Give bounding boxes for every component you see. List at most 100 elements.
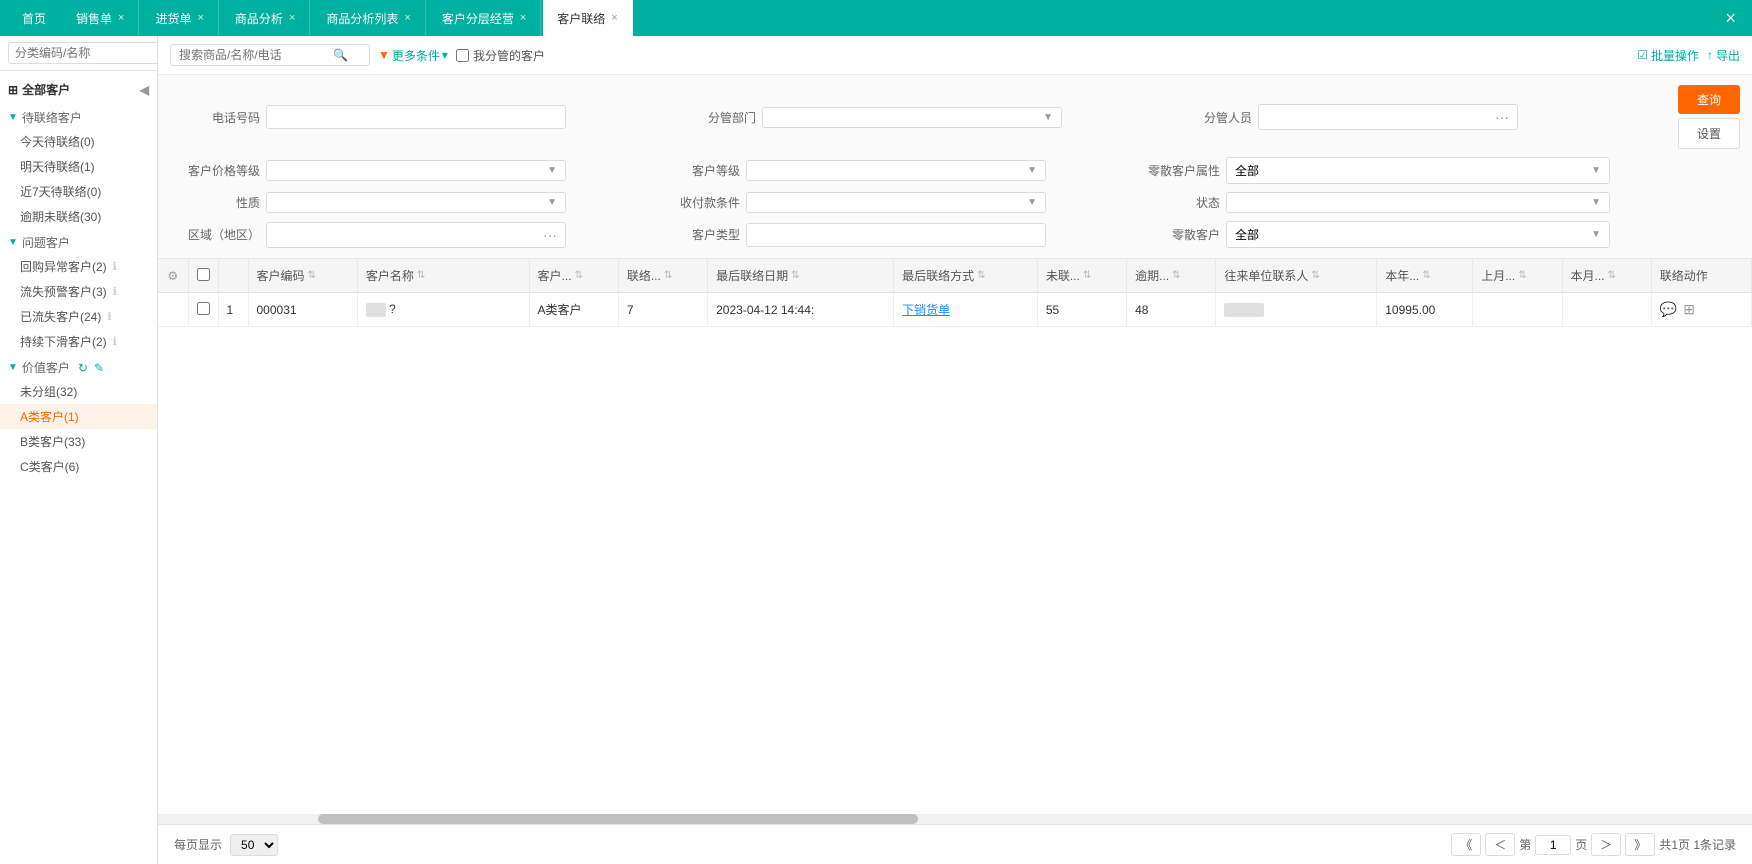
sort-icon-last-month[interactable]: ⇅: [1518, 270, 1526, 281]
setting-button[interactable]: 设置: [1678, 118, 1740, 149]
filter-field-retail-customer: 零散客户 全部 ▼: [1130, 221, 1610, 248]
sidebar-item-type-a[interactable]: A类客户(1): [0, 404, 157, 429]
last-page-button[interactable]: 》: [1625, 833, 1655, 856]
row-gear: [158, 293, 188, 327]
purchase-tab-label: 进货单: [155, 10, 191, 27]
sidebar-all-customers[interactable]: ⊞ 全部客户 ◀: [0, 75, 157, 104]
sort-icon-code[interactable]: ⇅: [308, 270, 316, 281]
info-icon-1: ℹ: [113, 260, 117, 273]
nav-tab-customer-contact[interactable]: 客户联络 ×: [543, 0, 632, 36]
edit-icon[interactable]: ✎: [94, 361, 104, 375]
horizontal-scrollbar[interactable]: [158, 814, 1752, 824]
manager-select[interactable]: ···: [1258, 104, 1518, 130]
table-row: 1 000031 ? A类客户 7 2023-04-12 14:44: 下销货单…: [158, 293, 1752, 327]
name-placeholder: [366, 303, 386, 317]
page-size-select[interactable]: 50: [230, 834, 278, 856]
select-all-checkbox[interactable]: [197, 268, 210, 281]
nav-tab-purchase[interactable]: 进货单 ×: [141, 0, 218, 36]
row-checkbox[interactable]: [197, 302, 210, 315]
export-button[interactable]: ↑ 导出: [1707, 47, 1740, 64]
goods-analysis-tab-label: 商品分析: [235, 10, 283, 27]
purchase-tab-close[interactable]: ×: [197, 12, 203, 24]
sort-icon-unit-contact[interactable]: ⇅: [1311, 270, 1319, 281]
goods-analysis-tab-close[interactable]: ×: [289, 12, 295, 24]
sort-icon-type[interactable]: ⇅: [575, 270, 583, 281]
sidebar-search-input[interactable]: [8, 42, 158, 64]
main-search-icon[interactable]: 🔍: [333, 48, 348, 62]
sidebar-item-churn-warning[interactable]: 流失预警客户(3) ℹ: [0, 279, 157, 304]
dept-arrow-icon: ▼: [1043, 112, 1053, 123]
triangle-icon-2: ▼: [8, 237, 18, 248]
collapse-icon[interactable]: ◀: [140, 83, 149, 97]
sidebar-item-overdue-contact[interactable]: 逾期未联络(30): [0, 204, 157, 229]
scrollbar-thumb[interactable]: [318, 814, 918, 824]
query-button[interactable]: 查询: [1678, 85, 1740, 114]
nav-tab-customer-segment[interactable]: 客户分层经营 ×: [428, 0, 541, 36]
sort-icon-date[interactable]: ⇅: [791, 270, 799, 281]
my-customers-checkbox[interactable]: [456, 49, 469, 62]
sidebar-item-type-b[interactable]: B类客户(33): [0, 429, 157, 454]
payment-select[interactable]: ▼: [746, 192, 1046, 213]
sort-icon-this-year[interactable]: ⇅: [1422, 270, 1430, 281]
customer-contact-tab-close[interactable]: ×: [611, 12, 617, 24]
row-action: 💬 ⊞: [1651, 293, 1751, 327]
th-this-month: 本月... ⇅: [1562, 259, 1651, 293]
sidebar-item-today-pending[interactable]: 今天待联络(0): [0, 129, 157, 154]
goods-list-tab-close[interactable]: ×: [404, 12, 410, 24]
th-type-label: 客户...: [538, 267, 572, 284]
th-gear[interactable]: ⚙: [158, 259, 188, 293]
sidebar-item-declining[interactable]: 持续下滑客户(2) ℹ: [0, 329, 157, 354]
phone-input[interactable]: [266, 105, 566, 129]
dept-select[interactable]: ▼: [762, 107, 1062, 128]
sidebar-item-tomorrow-pending[interactable]: 明天待联络(1): [0, 154, 157, 179]
sort-icon-name[interactable]: ⇅: [417, 270, 425, 281]
batch-ops-button[interactable]: ☑ 批量操作: [1637, 47, 1699, 64]
row-contact: 7: [618, 293, 707, 327]
sort-icon-not-contacted[interactable]: ⇅: [1083, 270, 1091, 281]
status-arrow-icon: ▼: [1591, 197, 1601, 208]
price-level-select[interactable]: ▼: [266, 160, 566, 181]
prev-page-button[interactable]: ＜: [1485, 833, 1515, 856]
nature-select[interactable]: ▼: [266, 192, 566, 213]
window-close-button[interactable]: ×: [1717, 8, 1744, 29]
region-dots-icon[interactable]: ···: [543, 227, 557, 243]
nav-tab-home[interactable]: 首页: [8, 0, 60, 36]
sort-icon-this-month[interactable]: ⇅: [1608, 270, 1616, 281]
sidebar-item-churned[interactable]: 已流失客户(24) ℹ: [0, 304, 157, 329]
sales-tab-close[interactable]: ×: [118, 12, 124, 24]
region-select[interactable]: ···: [266, 222, 566, 248]
page-number-input[interactable]: [1535, 835, 1571, 855]
row-last-contact-method[interactable]: 下销货单: [894, 293, 1038, 327]
filter-row-2: 客户价格等级 ▼ 客户等级 ▼ 零散客户属性 全部: [170, 157, 1740, 184]
sidebar-item-7days-pending[interactable]: 近7天待联络(0): [0, 179, 157, 204]
sidebar-item-type-c[interactable]: C类客户(6): [0, 454, 157, 479]
more-conditions-button[interactable]: ▼ 更多条件 ▾: [378, 47, 448, 64]
last-contact-method-link[interactable]: 下销货单: [902, 303, 950, 317]
nav-tab-sales[interactable]: 销售单 ×: [62, 0, 139, 36]
retail-attr-select[interactable]: 全部 ▼: [1226, 157, 1610, 184]
sidebar-item-ungrouped[interactable]: 未分组(32): [0, 379, 157, 404]
manager-dots-icon[interactable]: ···: [1495, 109, 1509, 125]
filter-row-1: 电话号码 分管部门 ▼ 分管人员 ···: [170, 85, 1740, 149]
customer-level-select[interactable]: ▼: [746, 160, 1046, 181]
nav-tab-goods-analysis[interactable]: 商品分析 ×: [221, 0, 310, 36]
first-page-button[interactable]: 《: [1451, 833, 1481, 856]
th-last-contact-method-label: 最后联络方式: [902, 267, 974, 284]
sort-icon-contact[interactable]: ⇅: [664, 270, 672, 281]
nav-tab-goods-list[interactable]: 商品分析列表 ×: [312, 0, 425, 36]
next-page-button[interactable]: ＞: [1591, 833, 1621, 856]
customer-type-input[interactable]: [746, 223, 1046, 247]
sort-icon-overdue[interactable]: ⇅: [1172, 270, 1180, 281]
status-select[interactable]: ▼: [1226, 192, 1610, 213]
row-this-year: 10995.00: [1377, 293, 1473, 327]
payment-label: 收付款条件: [650, 194, 740, 211]
customer-segment-tab-close[interactable]: ×: [520, 12, 526, 24]
message-icon[interactable]: 💬: [1660, 301, 1677, 318]
row-seq: 1: [218, 293, 248, 327]
refresh-icon[interactable]: ↻: [78, 361, 88, 375]
main-search-input[interactable]: [179, 48, 329, 62]
sidebar-item-repurchase-abnormal[interactable]: 回购异常客户(2) ℹ: [0, 254, 157, 279]
sort-icon-method[interactable]: ⇅: [977, 270, 985, 281]
retail-customer-select[interactable]: 全部 ▼: [1226, 221, 1610, 248]
grid-icon-action[interactable]: ⊞: [1683, 301, 1695, 318]
